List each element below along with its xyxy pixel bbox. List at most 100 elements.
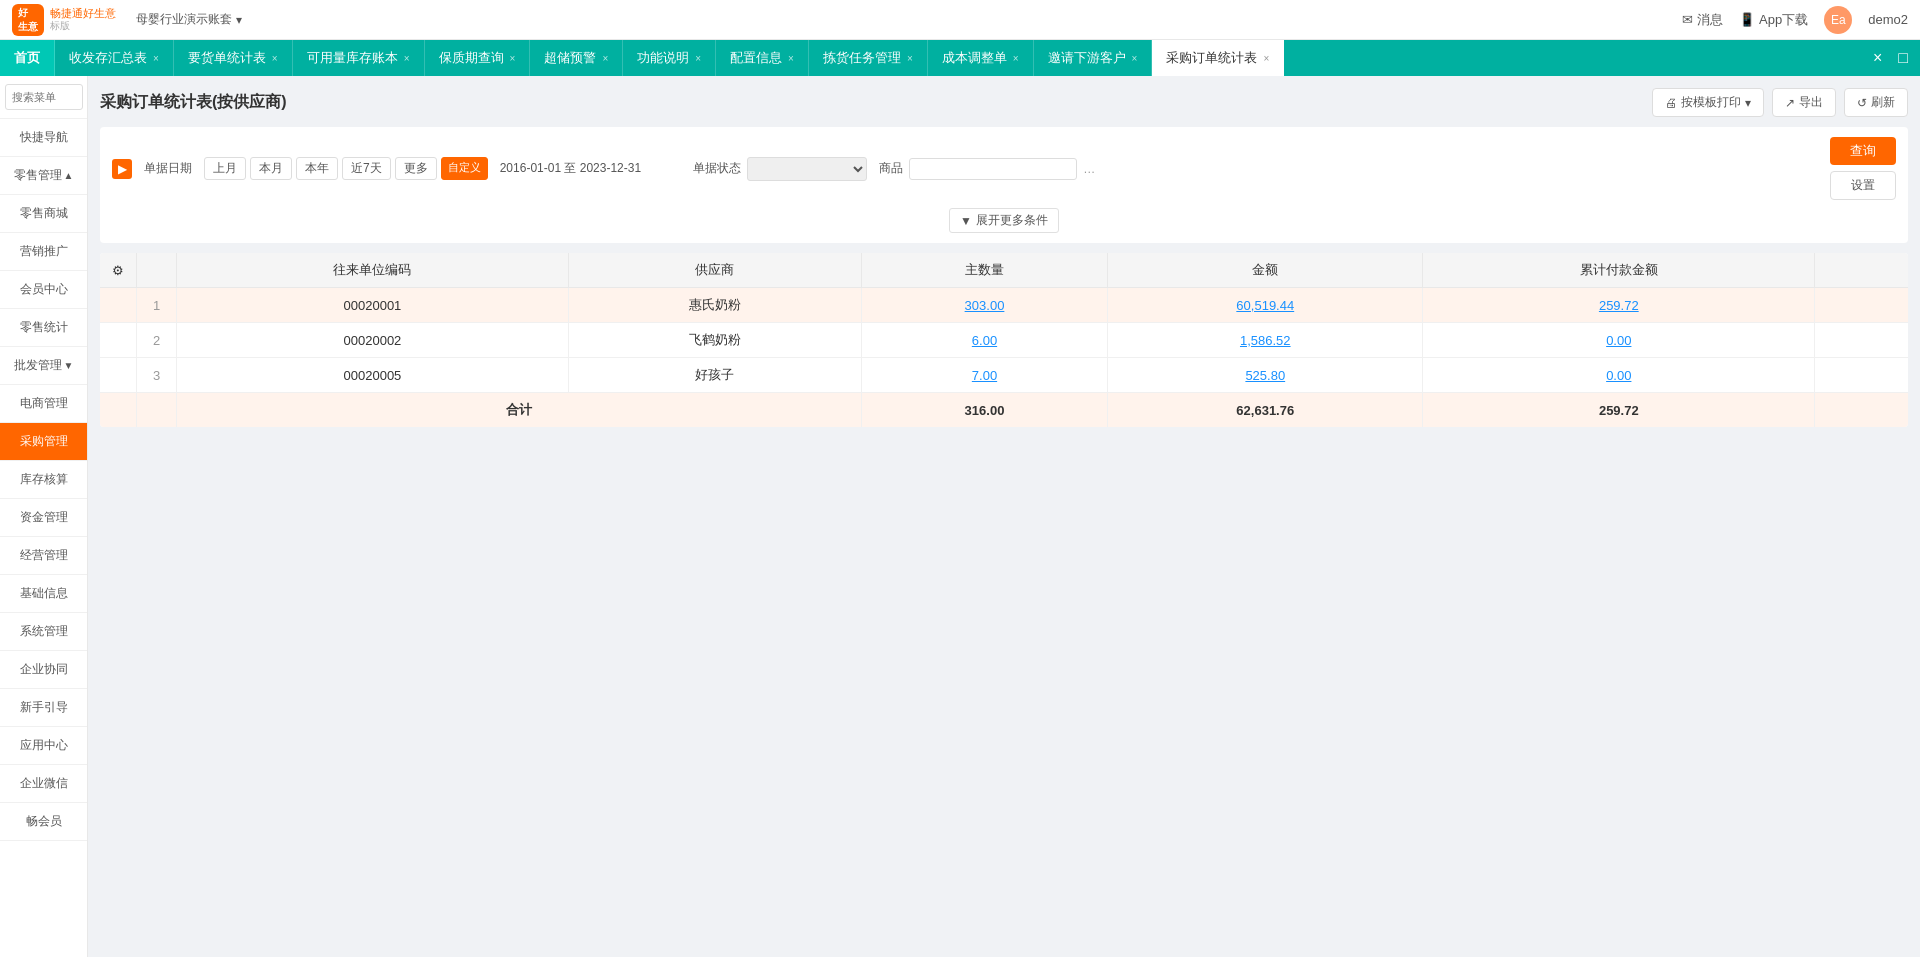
status-select[interactable]: [747, 157, 867, 181]
sidebar-item-system[interactable]: 系统管理: [0, 613, 87, 651]
refresh-icon: ↺: [1857, 96, 1867, 110]
goods-filter: 商品 …: [879, 158, 1095, 180]
row-supplier-1: 惠氏奶粉: [568, 288, 861, 323]
dropdown-arrow-icon: ▾: [1745, 96, 1751, 110]
top-bar-right: ✉ 消息 📱 App下载 Ea demo2: [1682, 6, 1908, 34]
tab-requisition[interactable]: 要货单统计表 ×: [174, 40, 293, 76]
sidebar-item-quicknav[interactable]: 快捷导航: [0, 119, 87, 157]
tab-config[interactable]: 配置信息 ×: [716, 40, 809, 76]
settings-icon[interactable]: ⚙: [112, 263, 124, 278]
filter-toggle-btn[interactable]: ▶: [112, 159, 132, 179]
tab-picking[interactable]: 拣货任务管理 ×: [809, 40, 928, 76]
col-extra: [1815, 253, 1908, 288]
row-quantity-2[interactable]: 6.00: [861, 323, 1107, 358]
date-btn-7days[interactable]: 近7天: [342, 157, 391, 180]
close-tab-receive[interactable]: ×: [153, 53, 159, 64]
sidebar-item-basic[interactable]: 基础信息: [0, 575, 87, 613]
tab-expiry[interactable]: 保质期查询 ×: [425, 40, 531, 76]
store-selector[interactable]: 母婴行业演示账套 ▾: [136, 11, 242, 28]
template-print-btn[interactable]: 🖨 按模板打印 ▾: [1652, 88, 1764, 117]
close-tab-requisition[interactable]: ×: [272, 53, 278, 64]
tab-receive[interactable]: 收发存汇总表 ×: [55, 40, 174, 76]
setting-btn[interactable]: 设置: [1830, 171, 1896, 200]
refresh-btn[interactable]: ↺ 刷新: [1844, 88, 1908, 117]
sidebar-item-operation[interactable]: 经营管理: [0, 537, 87, 575]
row-setting-cell: [100, 358, 137, 393]
footer-row: 合计 316.00 62,631.76 259.72: [100, 393, 1908, 428]
date-btn-this-year[interactable]: 本年: [296, 157, 338, 180]
search-area: [0, 76, 87, 119]
sidebar-item-enterprise[interactable]: 企业协同: [0, 651, 87, 689]
tab-purchase-stat[interactable]: 采购订单统计表 ×: [1152, 40, 1284, 76]
app-download-btn[interactable]: 📱 App下载: [1739, 11, 1808, 29]
close-tab-picking[interactable]: ×: [907, 53, 913, 64]
sidebar-item-inventory[interactable]: 库存核算: [0, 461, 87, 499]
sidebar-item-retail-stat[interactable]: 零售统计: [0, 309, 87, 347]
sidebar-item-member[interactable]: 会员中心: [0, 271, 87, 309]
filter-row: ▶ 单据日期 上月 本月 本年 近7天 更多 自定义 2016-01-01 至 …: [112, 137, 1896, 200]
sidebar-item-ecommerce[interactable]: 电商管理: [0, 385, 87, 423]
col-supplier: 供应商: [568, 253, 861, 288]
close-tab-function[interactable]: ×: [695, 53, 701, 64]
query-btn[interactable]: 查询: [1830, 137, 1896, 165]
row-amount-1[interactable]: 60,519.44: [1108, 288, 1423, 323]
maximize-btn[interactable]: □: [1894, 49, 1912, 67]
row-amount-2[interactable]: 1,586.52: [1108, 323, 1423, 358]
date-btn-this-month[interactable]: 本月: [250, 157, 292, 180]
search-input[interactable]: [5, 84, 83, 110]
status-label: 单据状态: [693, 160, 741, 177]
page-title: 采购订单统计表(按供应商): [100, 92, 287, 113]
sidebar-item-marketing[interactable]: 营销推广: [0, 233, 87, 271]
sidebar-item-retail-mall[interactable]: 零售商城: [0, 195, 87, 233]
sidebar-item-vip[interactable]: 畅会员: [0, 803, 87, 841]
close-tab-inventory[interactable]: ×: [404, 53, 410, 64]
col-setting[interactable]: ⚙: [100, 253, 137, 288]
sidebar-item-retail-mgmt[interactable]: 零售管理 ▲: [0, 157, 87, 195]
sidebar-item-guide[interactable]: 新手引导: [0, 689, 87, 727]
close-tab-invite[interactable]: ×: [1132, 53, 1138, 64]
tab-overstock[interactable]: 超储预警 ×: [530, 40, 623, 76]
export-btn[interactable]: ↗ 导出: [1772, 88, 1836, 117]
row-quantity-1[interactable]: 303.00: [861, 288, 1107, 323]
tab-home[interactable]: 首页: [0, 40, 55, 76]
close-tab-overstock[interactable]: ×: [602, 53, 608, 64]
date-label: 单据日期: [144, 160, 192, 177]
row-paid-3[interactable]: 0.00: [1423, 358, 1815, 393]
logo-text: 畅捷通好生意 标版: [50, 7, 116, 32]
nav-tabs-end: × □: [1869, 49, 1920, 67]
message-icon: ✉: [1682, 12, 1693, 27]
sidebar-item-wechat[interactable]: 企业微信: [0, 765, 87, 803]
tab-invite[interactable]: 邀请下游客户 ×: [1034, 40, 1153, 76]
tab-cost[interactable]: 成本调整单 ×: [928, 40, 1034, 76]
export-icon: ↗: [1785, 96, 1795, 110]
chevron-icon-2: ▼: [64, 360, 74, 371]
close-tab-cost[interactable]: ×: [1013, 53, 1019, 64]
sidebar-item-wholesale[interactable]: 批发管理 ▼: [0, 347, 87, 385]
sidebar-item-apps[interactable]: 应用中心: [0, 727, 87, 765]
col-quantity: 主数量: [861, 253, 1107, 288]
row-setting-cell: [100, 323, 137, 358]
sidebar-item-finance[interactable]: 资金管理: [0, 499, 87, 537]
page-area: 采购订单统计表(按供应商) 🖨 按模板打印 ▾ ↗ 导出 ↺ 刷新: [88, 76, 1920, 957]
date-btn-more[interactable]: 更多: [395, 157, 437, 180]
row-num-1: 1: [137, 288, 177, 323]
row-amount-3[interactable]: 525.80: [1108, 358, 1423, 393]
close-tab-purchase-stat[interactable]: ×: [1263, 53, 1269, 64]
date-btn-last-month[interactable]: 上月: [204, 157, 246, 180]
message-btn[interactable]: ✉ 消息: [1682, 11, 1723, 29]
row-paid-2[interactable]: 0.00: [1423, 323, 1815, 358]
close-tab-expiry[interactable]: ×: [510, 53, 516, 64]
table-header-row: ⚙ 往来单位编码 供应商 主数量 金额 累计付款金额: [100, 253, 1908, 288]
goods-more-icon[interactable]: …: [1083, 162, 1095, 176]
tab-inventory[interactable]: 可用量库存账本 ×: [293, 40, 425, 76]
close-window-btn[interactable]: ×: [1869, 49, 1886, 67]
row-paid-1[interactable]: 259.72: [1423, 288, 1815, 323]
close-tab-config[interactable]: ×: [788, 53, 794, 64]
expand-icon: ▼: [960, 214, 972, 228]
row-num-2: 2: [137, 323, 177, 358]
row-quantity-3[interactable]: 7.00: [861, 358, 1107, 393]
sidebar-item-purchase[interactable]: 采购管理: [0, 423, 87, 461]
tab-function[interactable]: 功能说明 ×: [623, 40, 716, 76]
goods-input[interactable]: [909, 158, 1077, 180]
expand-conditions-btn[interactable]: ▼ 展开更多条件: [949, 208, 1059, 233]
